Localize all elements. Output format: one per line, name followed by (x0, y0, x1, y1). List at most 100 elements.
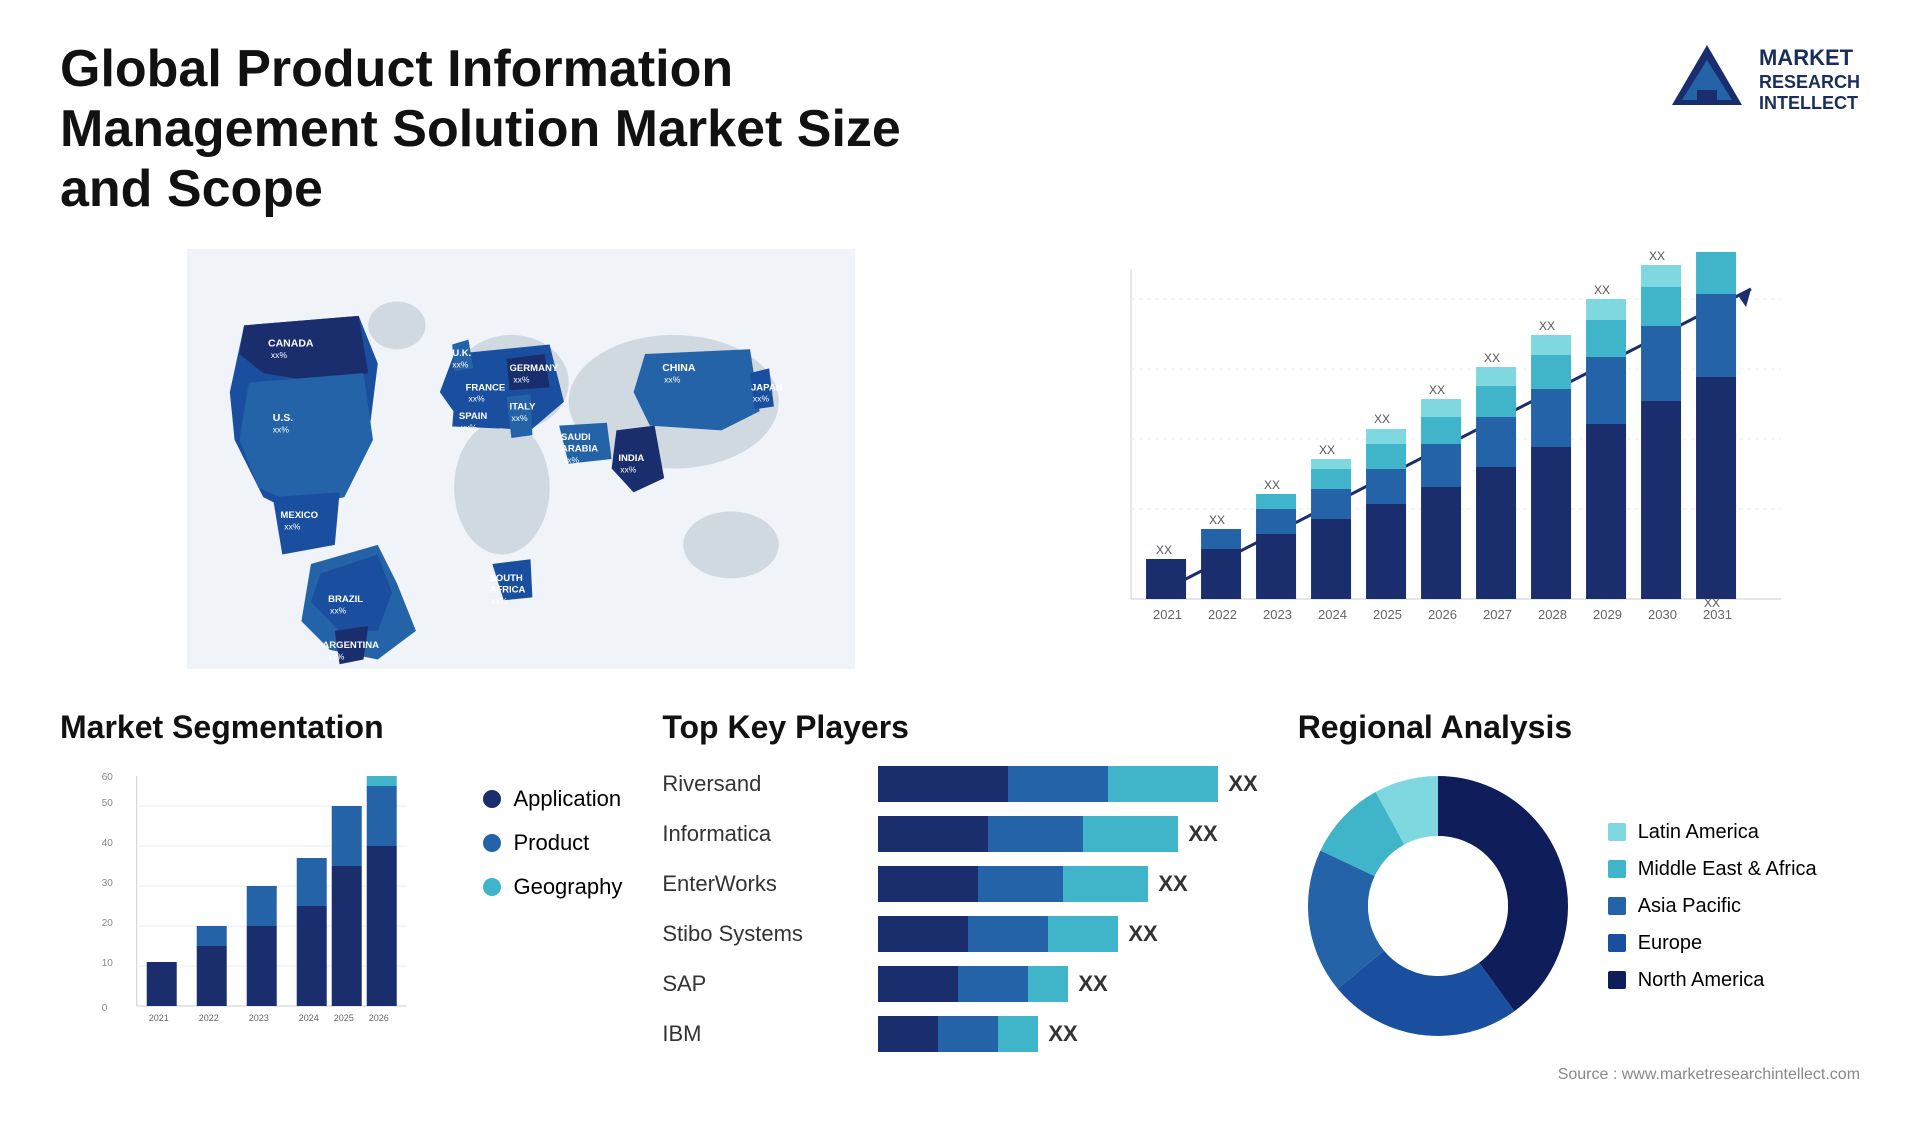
svg-text:xx%: xx% (284, 522, 301, 532)
player-name: IBM (662, 1021, 862, 1047)
logo: MARKET RESEARCH INTELLECT (1667, 40, 1860, 120)
player-value: XX (1078, 971, 1107, 997)
north-america-swatch (1608, 971, 1626, 989)
latin-america-swatch (1608, 823, 1626, 841)
geography-dot (483, 878, 501, 896)
legend-middle-east-africa: Middle East & Africa (1608, 858, 1817, 881)
svg-text:2026: 2026 (369, 1013, 389, 1023)
svg-text:0: 0 (102, 1003, 108, 1014)
svg-text:2027: 2027 (1483, 607, 1512, 622)
svg-text:xx%: xx% (452, 360, 469, 370)
svg-text:BRAZIL: BRAZIL (328, 595, 363, 606)
svg-text:2025: 2025 (334, 1013, 354, 1023)
asia-pacific-swatch (1608, 897, 1626, 915)
svg-text:30: 30 (102, 878, 114, 889)
player-bar (878, 966, 1068, 1002)
legend-latin-america: Latin America (1608, 821, 1817, 844)
table-row: Informatica XX (662, 816, 1257, 852)
table-row: Riversand XX (662, 766, 1257, 802)
svg-text:XX: XX (1209, 513, 1225, 527)
bar-chart-container: XX XX XX XX XX (1022, 249, 1860, 669)
players-title: Top Key Players (662, 709, 1257, 746)
page: Global Product Information Management So… (0, 0, 1920, 1146)
svg-text:10: 10 (102, 958, 114, 969)
svg-text:xx%: xx% (328, 652, 345, 662)
donut-chart-svg (1298, 766, 1578, 1046)
player-bar-wrap: XX (878, 916, 1257, 952)
svg-text:2022: 2022 (1208, 607, 1237, 622)
svg-text:XX: XX (1374, 412, 1390, 426)
legend-product: Product (483, 830, 622, 856)
svg-text:INDIA: INDIA (618, 453, 644, 464)
player-bar-wrap: XX (878, 966, 1257, 1002)
svg-text:ITALY: ITALY (509, 402, 536, 413)
svg-text:MEXICO: MEXICO (280, 511, 318, 522)
player-bar-wrap: XX (878, 766, 1257, 802)
regional-title: Regional Analysis (1298, 709, 1860, 746)
europe-swatch (1608, 934, 1626, 952)
svg-text:FRANCE: FRANCE (466, 383, 506, 394)
world-map-svg: CANADA xx% U.S. xx% MEXICO xx% BRAZIL xx… (60, 249, 982, 669)
player-bar-wrap: XX (878, 816, 1257, 852)
svg-text:2021: 2021 (149, 1013, 169, 1023)
svg-text:U.K.: U.K. (452, 348, 471, 359)
page-title: Global Product Information Management So… (60, 40, 960, 219)
svg-text:2028: 2028 (1538, 607, 1567, 622)
player-value: XX (1158, 871, 1187, 897)
svg-text:60: 60 (102, 772, 114, 783)
player-value: XX (1048, 1021, 1077, 1047)
player-name: SAP (662, 971, 862, 997)
player-value: XX (1188, 821, 1217, 847)
svg-text:20: 20 (102, 918, 114, 929)
segmentation-section: Market Segmentation 0 10 20 30 40 50 60 (60, 709, 622, 1084)
svg-text:SOUTH: SOUTH (489, 574, 522, 585)
logo-text: MARKET RESEARCH INTELLECT (1759, 45, 1860, 115)
middle-east-africa-swatch (1608, 860, 1626, 878)
table-row: EnterWorks XX (662, 866, 1257, 902)
svg-text:XX: XX (1539, 319, 1555, 333)
svg-text:xx%: xx% (273, 425, 290, 435)
legend-application: Application (483, 786, 622, 812)
svg-text:XX: XX (1264, 478, 1280, 492)
regional-legend: Latin America Middle East & Africa Asia … (1608, 821, 1817, 992)
legend-asia-pacific: Asia Pacific (1608, 895, 1817, 918)
svg-text:SAUDI: SAUDI (561, 432, 591, 443)
player-value: XX (1228, 771, 1257, 797)
player-name: Stibo Systems (662, 921, 862, 947)
player-bar (878, 1016, 1038, 1052)
player-name: EnterWorks (662, 871, 862, 897)
players-section: Top Key Players Riversand XX (662, 709, 1257, 1084)
seg-chart-svg: 0 10 20 30 40 50 60 2021 (60, 766, 453, 1046)
player-bar (878, 866, 1148, 902)
svg-text:XX: XX (1319, 443, 1335, 457)
segmentation-title: Market Segmentation (60, 709, 622, 746)
svg-text:XX: XX (1484, 351, 1500, 365)
svg-text:AFRICA: AFRICA (489, 585, 525, 596)
svg-text:xx%: xx% (461, 423, 478, 433)
svg-text:2023: 2023 (249, 1013, 269, 1023)
svg-text:CHINA: CHINA (662, 363, 696, 375)
source-text: Source : www.marketresearchintellect.com (1298, 1066, 1860, 1084)
players-list: Riversand XX Informatica (662, 766, 1257, 1052)
player-bar (878, 816, 1178, 852)
svg-text:2029: 2029 (1593, 607, 1622, 622)
legend-europe: Europe (1608, 932, 1817, 955)
player-name: Informatica (662, 821, 862, 847)
svg-text:2025: 2025 (1373, 607, 1402, 622)
svg-text:GERMANY: GERMANY (509, 364, 558, 375)
table-row: SAP XX (662, 966, 1257, 1002)
application-dot (483, 790, 501, 808)
svg-text:XX: XX (1429, 383, 1445, 397)
svg-text:xx%: xx% (491, 596, 508, 606)
product-dot (483, 834, 501, 852)
header: Global Product Information Management So… (60, 40, 1860, 219)
svg-text:2024: 2024 (299, 1013, 319, 1023)
player-bar-wrap: XX (878, 1016, 1257, 1052)
svg-text:XX: XX (1156, 543, 1172, 557)
svg-text:2023: 2023 (1263, 607, 1292, 622)
donut-wrap: Latin America Middle East & Africa Asia … (1298, 766, 1860, 1046)
svg-text:xx%: xx% (664, 375, 681, 385)
table-row: IBM XX (662, 1016, 1257, 1052)
svg-text:JAPAN: JAPAN (751, 383, 783, 394)
player-value: XX (1128, 921, 1157, 947)
